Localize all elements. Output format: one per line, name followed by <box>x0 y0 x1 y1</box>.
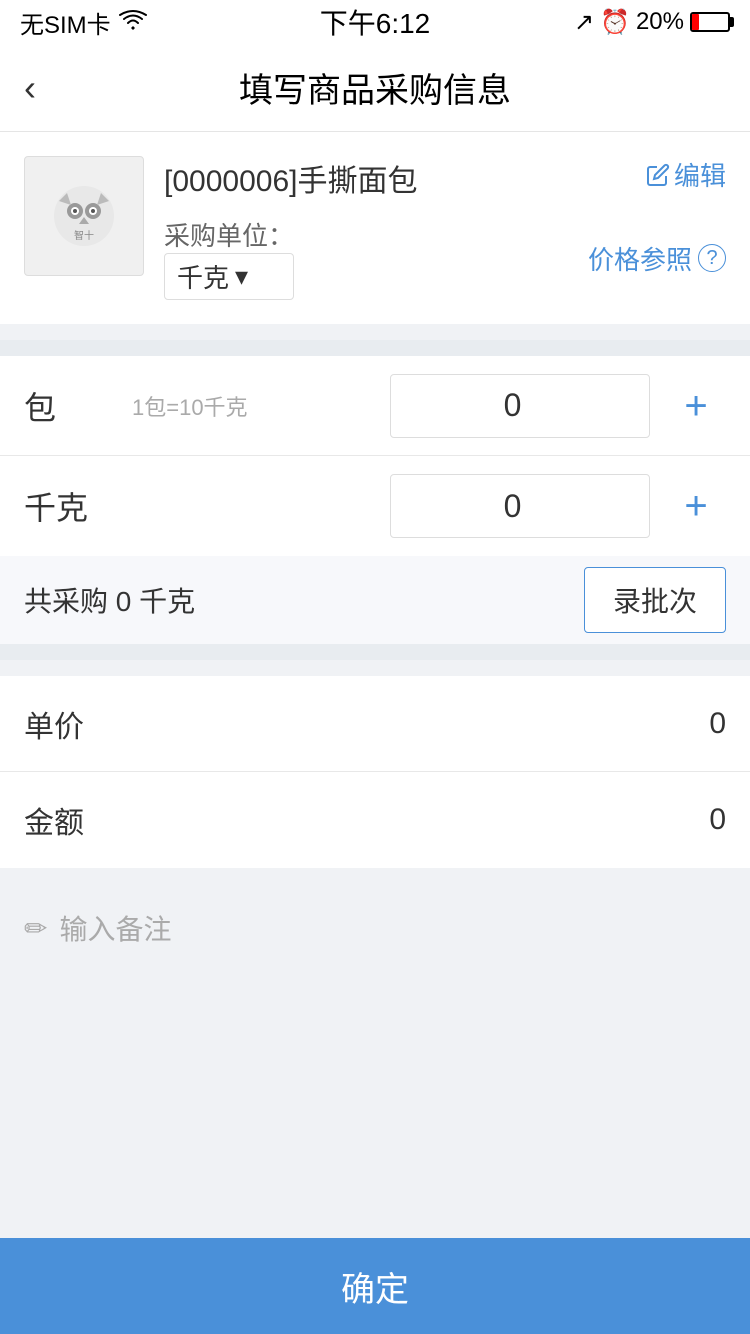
unit-price-value: 0 <box>709 707 726 741</box>
bag-sublabel: 1包=10千克 <box>132 390 248 422</box>
bag-plus-button[interactable]: + <box>666 374 726 438</box>
unit-value: 千克 <box>177 258 229 295</box>
product-logo: 智十 <box>44 176 124 256</box>
product-info: [0000006]手撕面包 编辑 采购单位： 千克 ▾ 价格参照 ? <box>164 156 726 300</box>
bag-input-row: 包 1包=10千克 + <box>0 356 750 456</box>
amount-value: 0 <box>709 803 726 837</box>
section-divider-2 <box>0 644 750 660</box>
product-name: [0000006]手撕面包 <box>164 156 417 200</box>
notes-placeholder: 输入备注 <box>59 908 171 948</box>
unit-select[interactable]: 千克 ▾ <box>164 253 294 300</box>
edit-label: 编辑 <box>674 156 726 193</box>
edit-button[interactable]: 编辑 <box>646 156 726 193</box>
price-ref-help-icon: ? <box>698 244 726 272</box>
status-time: 下午6:12 <box>320 2 431 42</box>
status-bar: 无SIM卡 下午6:12 ↗ ⏰ 20% <box>0 0 750 44</box>
bag-label: 包 <box>24 383 124 429</box>
nav-bar: ‹ 填写商品采购信息 <box>0 44 750 132</box>
price-ref-label: 价格参照 <box>588 240 692 277</box>
amount-label: 金额 <box>24 798 84 842</box>
kg-input-row: 千克 + <box>0 456 750 556</box>
amount-row: 金额 0 <box>0 772 750 868</box>
alarm-icon: ⏰ <box>600 8 630 37</box>
product-name-row: [0000006]手撕面包 编辑 <box>164 156 726 200</box>
price-section: 单价 0 金额 0 <box>0 676 750 868</box>
notes-section: ✏ 输入备注 <box>0 884 750 1084</box>
status-left: 无SIM卡 <box>20 5 147 40</box>
carrier-text: 无SIM卡 <box>20 5 111 40</box>
battery-icon <box>690 12 730 32</box>
product-section: 智十 [0000006]手撕面包 编辑 采购单位： 千克 ▾ <box>0 132 750 324</box>
kg-input[interactable] <box>390 474 650 538</box>
total-row: 共采购 0 千克 录批次 <box>0 556 750 644</box>
page-title: 填写商品采购信息 <box>239 63 511 112</box>
unit-label: 采购单位： <box>164 221 294 251</box>
confirm-button[interactable]: 确定 <box>0 1238 750 1334</box>
unit-label-group: 采购单位： 千克 ▾ <box>164 216 294 300</box>
kg-field-wrapper: + <box>124 474 726 538</box>
bag-field-wrapper: + <box>248 374 726 438</box>
total-label: 共采购 <box>24 586 108 617</box>
unit-row: 采购单位： 千克 ▾ 价格参照 ? <box>164 216 726 300</box>
status-right: ↗ ⏰ 20% <box>574 8 730 37</box>
record-batch-button[interactable]: 录批次 <box>584 567 726 633</box>
input-section: 包 1包=10千克 + 千克 + <box>0 356 750 556</box>
battery-text: 20% <box>636 8 684 36</box>
bottom-padding <box>0 1084 750 1180</box>
total-text: 共采购 0 千克 <box>24 580 195 620</box>
price-reference-btn[interactable]: 价格参照 ? <box>588 240 726 277</box>
total-unit-text: 千克 <box>139 586 195 617</box>
bag-input[interactable] <box>390 374 650 438</box>
product-image: 智十 <box>24 156 144 276</box>
svg-text:智十: 智十 <box>74 229 94 242</box>
unit-price-row: 单价 0 <box>0 676 750 772</box>
kg-label: 千克 <box>24 483 124 529</box>
pencil-icon: ✏ <box>24 912 47 945</box>
back-button[interactable]: ‹ <box>24 67 36 109</box>
location-icon: ↗ <box>574 8 594 37</box>
section-divider-1 <box>0 340 750 356</box>
dropdown-arrow: ▾ <box>235 261 248 292</box>
wifi-icon <box>119 8 147 37</box>
notes-input-area[interactable]: ✏ 输入备注 <box>24 908 726 948</box>
unit-price-label: 单价 <box>24 702 84 746</box>
kg-plus-button[interactable]: + <box>666 474 726 538</box>
total-number: 0 <box>116 586 132 617</box>
